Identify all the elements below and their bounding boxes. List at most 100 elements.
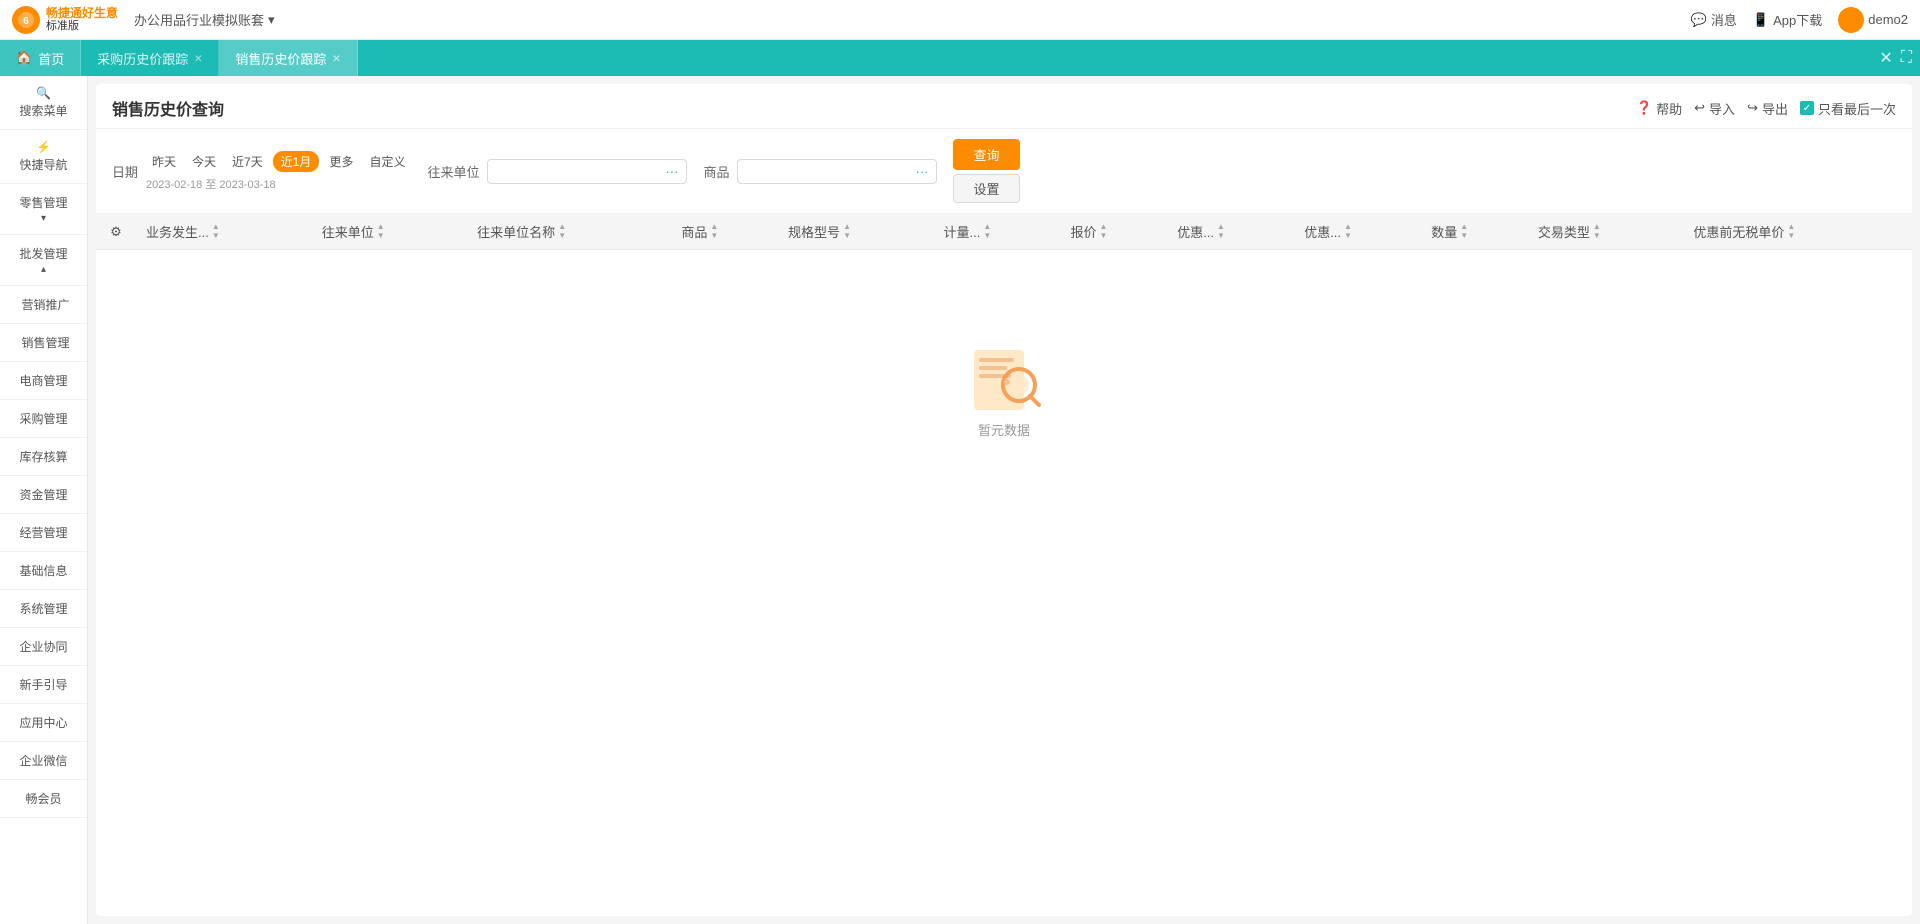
tab-purchase-close[interactable]: ×	[194, 51, 202, 65]
date-tab-yesterday[interactable]: 昨天	[146, 151, 182, 172]
user-avatar[interactable]: demo2	[1838, 7, 1908, 33]
import-icon: ↩	[1694, 100, 1705, 116]
col-pretax-price[interactable]: 优惠前无税单价 ▲▼	[1683, 214, 1912, 250]
message-icon: 💬	[1691, 12, 1707, 28]
sidebar-item-system[interactable]: 系统管理	[0, 590, 87, 628]
sort-arrows-2: ▲▼	[377, 223, 385, 240]
col-partner-code[interactable]: 往来单位 ▲▼	[312, 214, 467, 250]
sort-arrows-12: ▲▼	[1787, 223, 1795, 240]
tab-sales-history[interactable]: 销售历史价跟踪 ×	[219, 40, 357, 76]
page-content: 销售历史价查询 ❓ 帮助 ↩ 导入 ↪ 导出	[96, 84, 1912, 916]
table-header-row: ⚙ 业务发生... ▲▼	[96, 214, 1912, 250]
last-only-checkbox-label[interactable]: 只看最后一次	[1800, 99, 1896, 118]
partner-dots: ···	[665, 164, 678, 179]
date-tab-1month[interactable]: 近1月	[273, 151, 320, 172]
maximize-btn[interactable]: ⛶	[1901, 49, 1912, 67]
sidebar-item-sales[interactable]: 销售管理	[0, 324, 87, 362]
sidebar-search-label: 搜索菜单	[19, 102, 67, 119]
message-label: 消息	[1711, 10, 1737, 29]
export-icon: ↪	[1747, 100, 1758, 116]
last-only-checkbox[interactable]	[1800, 101, 1814, 115]
import-btn[interactable]: ↩ 导入	[1694, 99, 1735, 118]
content-area: 销售历史价查询 ❓ 帮助 ↩ 导入 ↪ 导出	[88, 76, 1920, 924]
app-selector[interactable]: 办公用品行业模拟账套 ▾	[126, 6, 283, 33]
sidebar-item-search[interactable]: 🔍 搜索菜单	[0, 76, 87, 130]
sidebar-operations-label: 经营管理	[19, 524, 67, 541]
sidebar-system-label: 系统管理	[19, 600, 67, 617]
sort-arrows-10: ▲▼	[1460, 223, 1468, 240]
date-label: 日期	[112, 162, 138, 181]
setting-btn[interactable]: 设置	[953, 174, 1019, 203]
svg-text:6: 6	[23, 16, 29, 27]
goods-label: 商品	[703, 162, 729, 181]
date-tab-more[interactable]: 更多	[323, 151, 359, 172]
sidebar-item-purchase[interactable]: 采购管理	[0, 400, 87, 438]
sidebar-item-appstore[interactable]: 应用中心	[0, 704, 87, 742]
date-tab-today[interactable]: 今天	[186, 151, 222, 172]
sidebar-enterprise-label: 企业协同	[19, 638, 67, 655]
sidebar-quick-label: 快捷导航	[19, 156, 67, 173]
tab-home[interactable]: 🏠 首页	[0, 40, 81, 76]
avatar	[1838, 7, 1864, 33]
search-icon: 🔍	[36, 86, 51, 100]
message-btn[interactable]: 💬 消息	[1691, 10, 1737, 29]
col-biz-date[interactable]: 业务发生... ▲▼	[136, 214, 312, 250]
col-trade-type[interactable]: 交易类型 ▲▼	[1528, 214, 1683, 250]
help-btn[interactable]: ❓ 帮助	[1636, 99, 1682, 118]
tab-purchase-history[interactable]: 采购历史价跟踪 ×	[81, 40, 219, 76]
tab-sales-close[interactable]: ×	[332, 51, 340, 65]
sidebar-item-guide[interactable]: 新手引导	[0, 666, 87, 704]
sidebar-item-marketing[interactable]: 营销推广	[0, 286, 87, 324]
goods-filter-group: 商品 ···	[703, 159, 937, 184]
logo-area: 6 畅捷通好生意 标准版	[12, 6, 118, 34]
partner-input[interactable]: ···	[487, 159, 687, 184]
app-download-btn[interactable]: 📱 App下载	[1753, 10, 1822, 29]
sidebar-item-inventory[interactable]: 库存核算	[0, 438, 87, 476]
col-partner-name[interactable]: 往来单位名称 ▲▼	[467, 214, 671, 250]
data-table: ⚙ 业务发生... ▲▼	[96, 214, 1912, 250]
query-btn[interactable]: 查询	[953, 139, 1019, 170]
sidebar-item-operations[interactable]: 经营管理	[0, 514, 87, 552]
col-unit[interactable]: 计量... ▲▼	[933, 214, 1060, 250]
sidebar-item-quick-nav[interactable]: ⚡ 快捷导航	[0, 130, 87, 184]
sidebar-marketing-label: 营销推广	[21, 296, 69, 313]
page-title: 销售历史价查询	[112, 96, 224, 120]
col-goods[interactable]: 商品 ▲▼	[671, 214, 778, 250]
sidebar-item-enterprise[interactable]: 企业协同	[0, 628, 87, 666]
col-spec[interactable]: 规格型号 ▲▼	[778, 214, 933, 250]
export-btn[interactable]: ↪ 导出	[1747, 99, 1788, 118]
sort-arrows-11: ▲▼	[1593, 223, 1601, 240]
table-area: ⚙ 业务发生... ▲▼	[96, 214, 1912, 916]
goods-input[interactable]: ···	[737, 159, 937, 184]
date-tab-7days[interactable]: 近7天	[226, 151, 269, 172]
chevron-down-icon: ▾	[268, 12, 275, 28]
col-quantity[interactable]: 数量 ▲▼	[1421, 214, 1528, 250]
close-tab-btn[interactable]: ✕	[1879, 48, 1892, 68]
date-tabs: 昨天 今天 近7天 近1月 更多 自定义	[146, 151, 411, 172]
date-filter: 昨天 今天 近7天 近1月 更多 自定义 2023-02-18 至 2023-0…	[146, 151, 411, 192]
sidebar-wholesale-label: 批发管理	[19, 245, 67, 262]
col-discount1[interactable]: 优惠... ▲▼	[1167, 214, 1294, 250]
sidebar-sales-label: 销售管理	[21, 334, 69, 351]
col-price[interactable]: 报价 ▲▼	[1060, 214, 1167, 250]
sidebar-item-retail[interactable]: 零售管理 ▾	[0, 184, 87, 235]
sidebar-item-finance[interactable]: 资金管理	[0, 476, 87, 514]
sidebar-item-wholesale[interactable]: 批发管理 ▴	[0, 235, 87, 286]
col-discount2[interactable]: 优惠... ▲▼	[1294, 214, 1421, 250]
settings-icon[interactable]: ⚙	[110, 224, 122, 239]
date-tab-custom[interactable]: 自定义	[363, 151, 411, 172]
partner-filter-group: 往来单位 ···	[427, 159, 687, 184]
top-bar-left: 6 畅捷通好生意 标准版 办公用品行业模拟账套 ▾	[12, 6, 283, 34]
sidebar-item-wecom[interactable]: 企业微信	[0, 742, 87, 780]
sidebar-item-basic[interactable]: 基础信息	[0, 552, 87, 590]
sidebar-item-ecommerce[interactable]: 电商管理	[0, 362, 87, 400]
sidebar-guide-label: 新手引导	[19, 676, 67, 693]
sort-arrows-8: ▲▼	[1217, 223, 1225, 240]
help-label: 帮助	[1656, 99, 1682, 118]
sidebar-item-member[interactable]: 畅会员	[0, 780, 87, 818]
help-icon: ❓	[1636, 100, 1652, 116]
top-bar: 6 畅捷通好生意 标准版 办公用品行业模拟账套 ▾ 💬 消息 📱 App下载 d…	[0, 0, 1920, 40]
col-settings[interactable]: ⚙	[96, 214, 136, 250]
logo-icon: 6	[12, 6, 40, 34]
app-download-label: App下载	[1773, 10, 1822, 29]
